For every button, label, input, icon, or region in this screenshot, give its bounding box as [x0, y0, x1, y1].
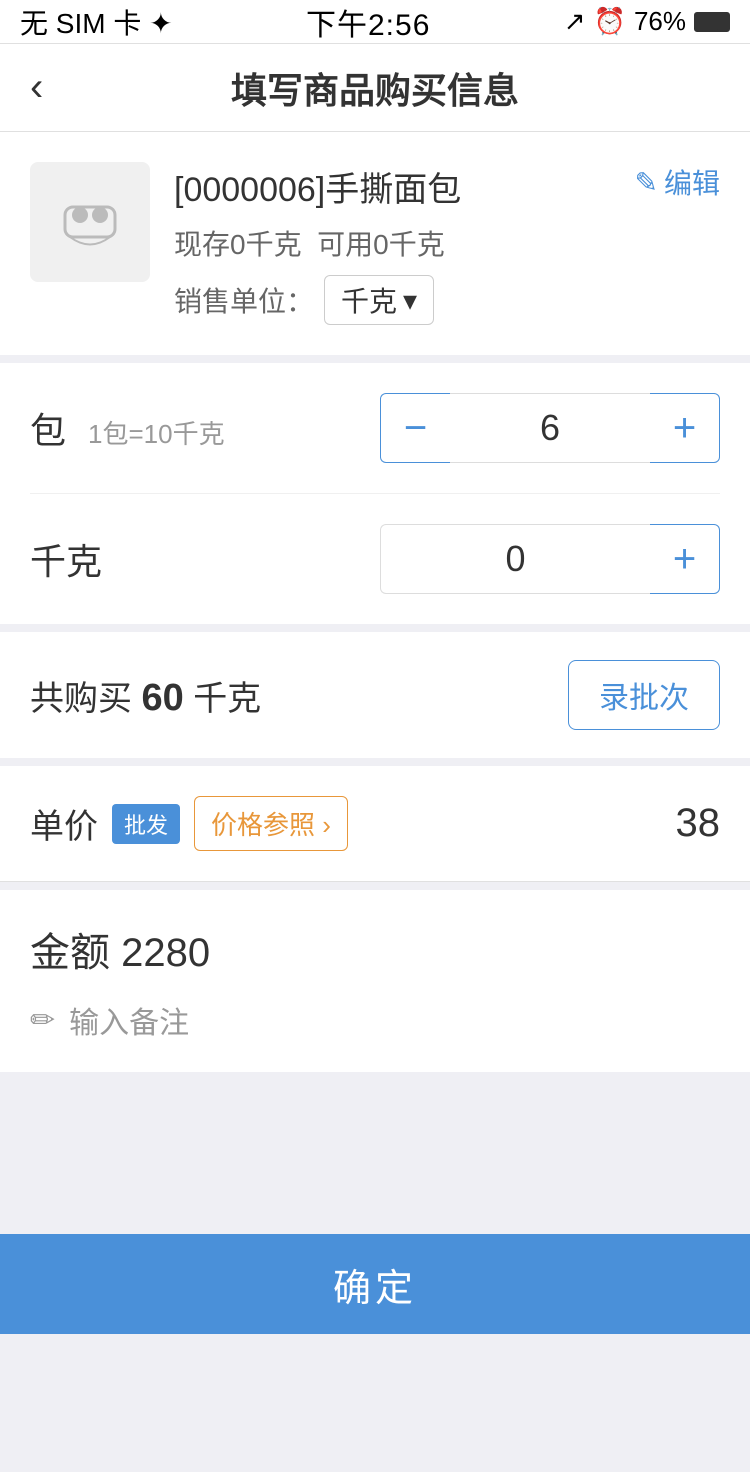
- product-stock: 现存0千克 可用0千克: [174, 223, 720, 263]
- unit-select[interactable]: 千克 ▾: [324, 275, 434, 325]
- total-label: 共购买 60 千克: [30, 671, 261, 720]
- status-left: 无 SIM 卡 ✦: [20, 2, 173, 42]
- edit-icon: ✎: [635, 166, 658, 199]
- product-unit-row: 销售单位： 千克 ▾: [174, 275, 720, 325]
- back-button[interactable]: ‹: [30, 65, 43, 110]
- quantity-control-bao: − +: [380, 393, 720, 463]
- product-thumbnail-icon: [55, 187, 125, 257]
- quantity-row-bao: 包 1包=10千克 − +: [30, 363, 720, 494]
- quantity-section: 包 1包=10千克 − + 千克 +: [0, 363, 750, 632]
- quantity-control-kg: +: [380, 524, 720, 594]
- status-right: ↗ ⏰ 76%: [564, 6, 730, 37]
- quantity-label-kg: 千克: [30, 533, 380, 585]
- increase-bao-button[interactable]: +: [650, 393, 720, 463]
- price-section: 单价 批发 价格参照 › 38: [0, 766, 750, 882]
- note-row[interactable]: ✏ 输入备注: [30, 998, 720, 1042]
- quantity-row-kg: 千克 +: [30, 494, 720, 624]
- battery-status: 76%: [634, 6, 686, 37]
- amount-row: 金额 2280: [30, 920, 720, 978]
- product-card: [0000006]手撕面包 现存0千克 可用0千克 销售单位： 千克 ▾ ✎ 编…: [0, 132, 750, 363]
- sim-status: 无 SIM 卡 ✦: [20, 2, 173, 42]
- price-ref-button[interactable]: 价格参照 ›: [194, 796, 348, 851]
- note-placeholder: 输入备注: [69, 998, 189, 1042]
- price-value: 38: [676, 801, 721, 846]
- confirm-button[interactable]: 确定: [333, 1257, 417, 1312]
- price-label: 单价 批发 价格参照 ›: [30, 796, 348, 851]
- alarm-icon: ⏰: [594, 6, 626, 37]
- status-time: 下午2:56: [306, 0, 430, 44]
- product-image: [30, 162, 150, 282]
- increase-kg-button[interactable]: +: [650, 524, 720, 594]
- batch-badge: 批发: [112, 804, 180, 844]
- total-amount: 60: [141, 677, 183, 719]
- quantity-label-bao: 包 1包=10千克: [30, 402, 380, 454]
- batch-button[interactable]: 录批次: [568, 660, 720, 730]
- nav-title: 填写商品购买信息: [231, 62, 519, 114]
- battery-icon: [694, 12, 730, 32]
- amount-section: 金额 2280 ✏ 输入备注: [0, 890, 750, 1072]
- confirm-bar[interactable]: 确定: [0, 1234, 750, 1334]
- chevron-down-icon: ▾: [403, 284, 417, 317]
- total-row: 共购买 60 千克 录批次: [0, 632, 750, 766]
- nav-bar: ‹ 填写商品购买信息: [0, 44, 750, 132]
- amount-value: 2280: [121, 931, 210, 975]
- location-icon: ↗: [564, 6, 586, 37]
- edit-button[interactable]: ✎ 编辑: [635, 162, 720, 202]
- decrease-bao-button[interactable]: −: [380, 393, 450, 463]
- pencil-icon: ✏: [30, 1003, 55, 1038]
- quantity-input-bao[interactable]: [450, 393, 650, 463]
- status-bar: 无 SIM 卡 ✦ 下午2:56 ↗ ⏰ 76%: [0, 0, 750, 44]
- quantity-input-kg[interactable]: [380, 524, 650, 594]
- quantity-hint-bao: 1包=10千克: [88, 419, 225, 449]
- price-row: 单价 批发 价格参照 › 38: [30, 796, 720, 851]
